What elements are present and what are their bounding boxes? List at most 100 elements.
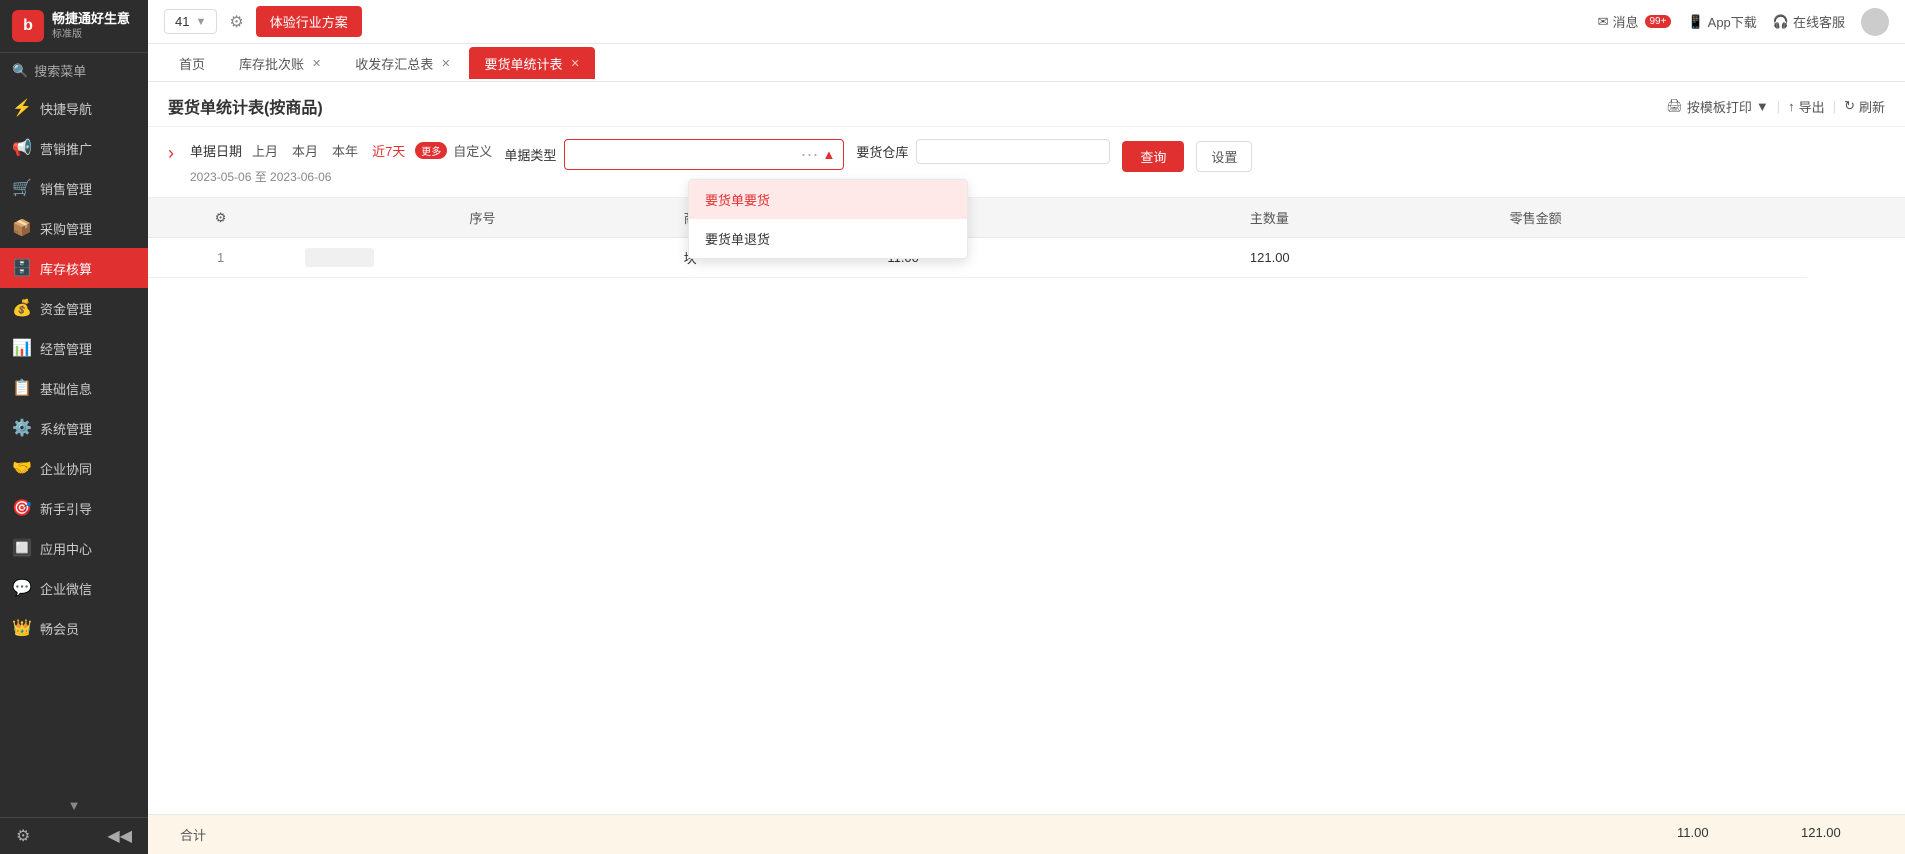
sidebar-item-sales[interactable]: 🛒 销售管理	[0, 168, 148, 208]
header-left: 41 ▼ ⚙ 体验行业方案	[164, 6, 362, 37]
brand-tag: 标准版	[52, 28, 130, 41]
tab-recv-summary[interactable]: 收发存汇总表 ✕	[340, 47, 465, 79]
footer-label: 合计	[180, 825, 206, 844]
data-table: ⚙ 序号 商品 主计量单位 主数量 零售金额 1 块 11.00	[148, 198, 1905, 278]
date-year-btn[interactable]: 本年	[328, 139, 362, 162]
sidebar-item-quick-nav[interactable]: ⚡ 快捷导航	[0, 88, 148, 128]
tab-home[interactable]: 首页	[164, 47, 220, 79]
filter-toggle-btn[interactable]: ›	[164, 139, 178, 168]
order-type-dropdown: 要货单要货 要货单退货	[688, 179, 968, 259]
date-prev-month-btn[interactable]: 上月	[248, 139, 282, 162]
nav-icon-quick-nav: ⚡	[12, 98, 32, 118]
nav-label-guide: 新手引导	[40, 499, 92, 518]
col-qty: 主数量	[1238, 198, 1498, 238]
table-container: ⚙ 序号 商品 主计量单位 主数量 零售金额 1 块 11.00	[148, 198, 1905, 814]
tab-bar: 首页库存批次账✕收发存汇总表✕要货单统计表✕	[148, 44, 1905, 82]
page-title: 要货单统计表(按商品)	[168, 94, 323, 118]
sidebar-item-enterprise[interactable]: 🤝 企业协同	[0, 448, 148, 488]
date-cur-month-btn[interactable]: 本月	[288, 139, 322, 162]
user-avatar[interactable]	[1861, 8, 1889, 36]
warehouse-label: 要货仓库	[856, 142, 908, 161]
main-content: 要货单统计表(按商品) 🖨 按模板打印 ▼ | ↑ 导出 | ↻	[148, 82, 1905, 854]
nav-label-app: 应用中心	[40, 539, 92, 558]
message-btn[interactable]: ✉ 消息 99+	[1598, 12, 1672, 31]
sidebar-item-wechat[interactable]: 💬 企业微信	[0, 568, 148, 608]
order-type-input[interactable]	[573, 147, 800, 162]
separator: |	[1777, 99, 1780, 114]
tab-close-batch-accounts[interactable]: ✕	[312, 57, 321, 70]
nav-icon-marketing: 📢	[12, 138, 32, 158]
sidebar-item-inventory[interactable]: 🗄️ 库存核算	[0, 248, 148, 288]
warehouse-input[interactable]	[916, 139, 1110, 164]
collapse-icon[interactable]: ◀◀	[107, 826, 132, 846]
col-gear[interactable]: ⚙	[148, 198, 293, 238]
export-btn[interactable]: ↑ 导出	[1788, 97, 1825, 116]
sidebar-item-finance[interactable]: 💰 资金管理	[0, 288, 148, 328]
trial-button[interactable]: 体验行业方案	[256, 6, 362, 37]
sidebar-scroll-down[interactable]: ▼	[0, 794, 148, 817]
sidebar-search[interactable]: 🔍 搜索菜单	[0, 53, 148, 88]
tab-close-recv-summary[interactable]: ✕	[441, 57, 450, 70]
sidebar-item-system[interactable]: ⚙️ 系统管理	[0, 408, 148, 448]
online-service-btn[interactable]: 🎧 在线客服	[1773, 12, 1845, 31]
sidebar: b 畅捷通好生意 标准版 🔍 搜索菜单 ⚡ 快捷导航 📢 营销推广 🛒 销售管理…	[0, 0, 148, 854]
sidebar-item-app[interactable]: 🔲 应用中心	[0, 528, 148, 568]
app-download-btn[interactable]: 📱 App下载	[1687, 12, 1756, 31]
cell-amount-0: 121.00	[1238, 238, 1498, 278]
tab-close-order-summary[interactable]: ✕	[571, 57, 580, 70]
sidebar-item-operation[interactable]: 📊 经营管理	[0, 328, 148, 368]
nav-icon-sales: 🛒	[12, 178, 32, 198]
dropdown-item-order-goods[interactable]: 要货单要货	[689, 180, 967, 219]
nav-icon-operation: 📊	[12, 338, 32, 358]
page-container: 要货单统计表(按商品) 🖨 按模板打印 ▼ | ↑ 导出 | ↻	[148, 82, 1905, 854]
nav-icon-system: ⚙️	[12, 418, 32, 438]
nav-icon-basic: 📋	[12, 378, 32, 398]
nav-icon-app: 🔲	[12, 538, 32, 558]
chevron-up-icon[interactable]: ▲	[822, 147, 835, 162]
query-button[interactable]: 查询	[1122, 141, 1184, 172]
nav-label-finance: 资金管理	[40, 299, 92, 318]
chevron-down-icon: ▼	[1756, 99, 1769, 114]
date-7days-btn[interactable]: 近7天	[368, 139, 409, 162]
nav-label-operation: 经营管理	[40, 339, 92, 358]
nav-icon-finance: 💰	[12, 298, 32, 318]
nav-icon-member: 👑	[12, 618, 32, 638]
date-filter: 单据日期 上月 本月 本年 近7天 更多 自定义	[190, 139, 492, 162]
sidebar-item-guide[interactable]: 🎯 新手引导	[0, 488, 148, 528]
chevron-down-icon: ▼	[195, 16, 206, 28]
dropdown-item-order-return[interactable]: 要货单退货	[689, 219, 967, 258]
print-btn[interactable]: 🖨 按模板打印 ▼	[1666, 97, 1768, 116]
logo-text: 畅捷通好生意 标准版	[52, 11, 130, 41]
order-type-select[interactable]: ··· ▲	[564, 139, 844, 170]
tab-batch-accounts[interactable]: 库存批次账✕	[224, 47, 336, 79]
sidebar-item-purchase[interactable]: 📦 采购管理	[0, 208, 148, 248]
company-name: 41	[175, 14, 189, 29]
date-custom-btn[interactable]: 自定义	[453, 141, 492, 160]
page-actions: 🖨 按模板打印 ▼ | ↑ 导出 | ↻ 刷新	[1666, 97, 1885, 116]
nav-label-member: 畅会员	[40, 619, 79, 638]
headset-icon: 🎧	[1773, 14, 1789, 30]
settings-icon[interactable]: ⚙	[16, 826, 30, 846]
tab-label-recv-summary: 收发存汇总表	[355, 54, 433, 73]
topbar-gear-icon[interactable]: ⚙	[229, 12, 243, 32]
date-more-badge[interactable]: 更多	[415, 142, 447, 159]
refresh-icon: ↻	[1844, 98, 1855, 114]
sidebar-item-basic[interactable]: 📋 基础信息	[0, 368, 148, 408]
date-range-text: 2023-05-06 至 2023-06-06	[190, 168, 492, 185]
sidebar-nav: ⚡ 快捷导航 📢 营销推广 🛒 销售管理 📦 采购管理 🗄️ 库存核算 💰 资金…	[0, 88, 148, 794]
dots-icon[interactable]: ···	[800, 144, 818, 165]
nav-label-marketing: 营销推广	[40, 139, 92, 158]
settings-button[interactable]: 设置	[1196, 141, 1252, 172]
nav-label-sales: 销售管理	[40, 179, 92, 198]
nav-icon-wechat: 💬	[12, 578, 32, 598]
footer-amount: 121.00	[1793, 825, 1893, 844]
company-selector[interactable]: 41 ▼	[164, 9, 217, 34]
refresh-btn[interactable]: ↻ 刷新	[1844, 97, 1885, 116]
sidebar-item-member[interactable]: 👑 畅会员	[0, 608, 148, 648]
col-extra	[1807, 198, 1905, 238]
logo-icon: b	[12, 10, 44, 42]
nav-label-quick-nav: 快捷导航	[40, 99, 92, 118]
separator2: |	[1833, 99, 1836, 114]
tab-order-summary[interactable]: 要货单统计表✕	[469, 47, 594, 79]
sidebar-item-marketing[interactable]: 📢 营销推广	[0, 128, 148, 168]
